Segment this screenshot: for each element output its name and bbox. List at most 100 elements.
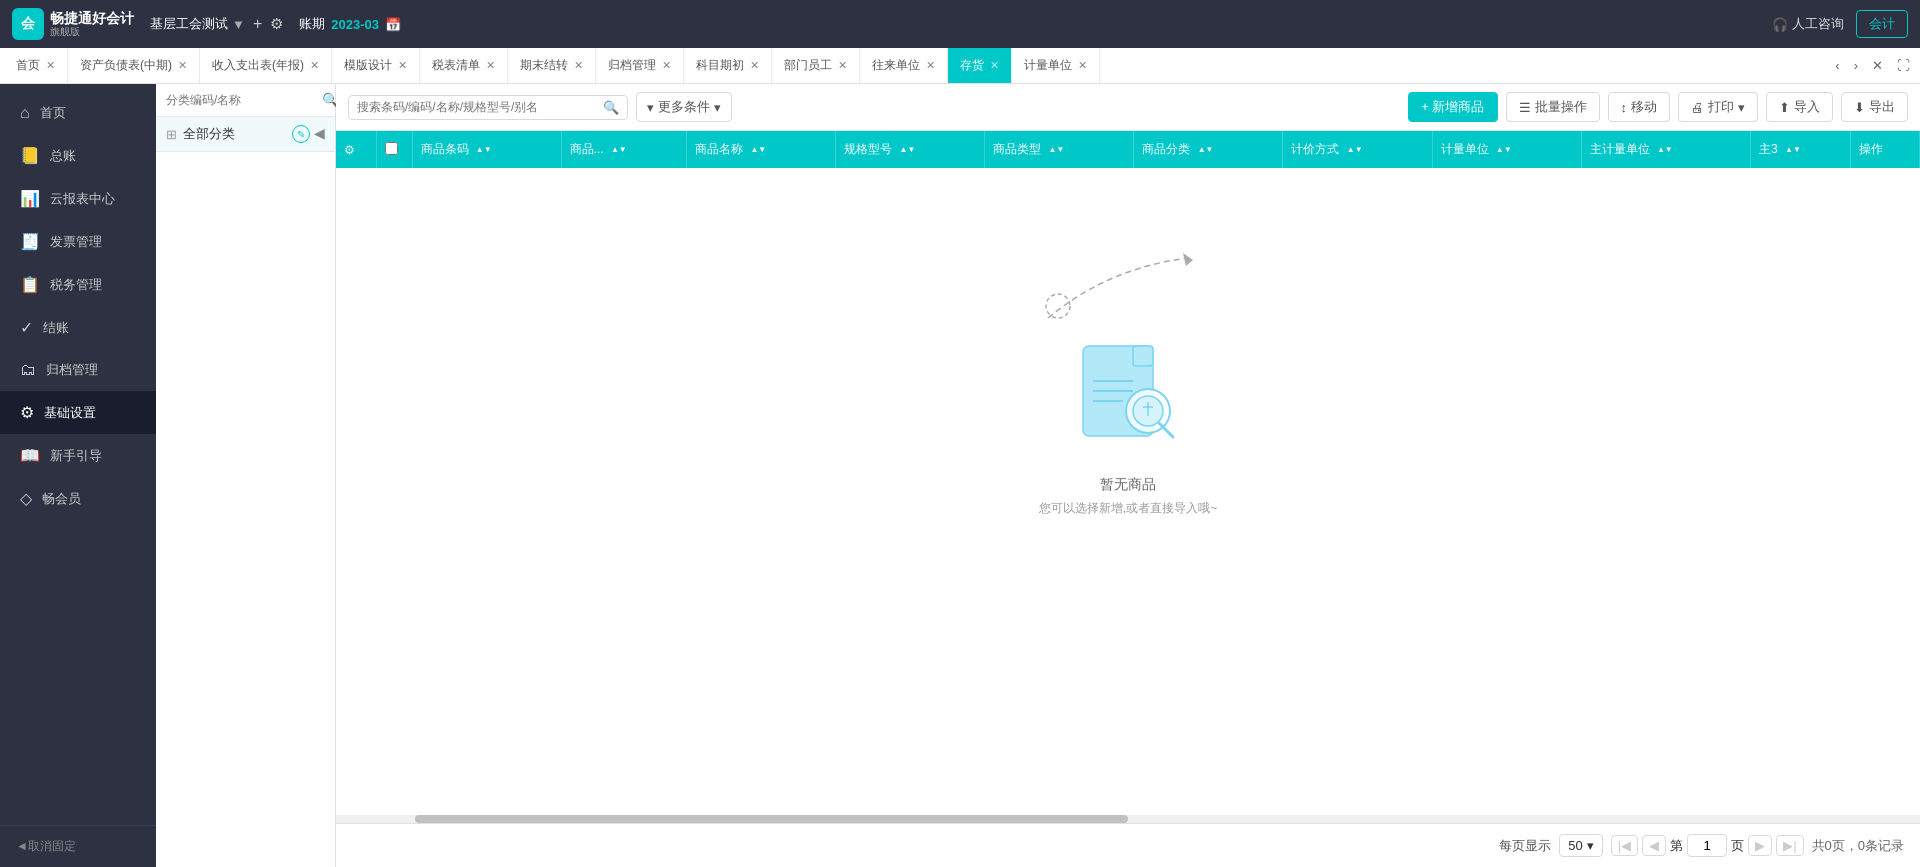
- tab-home[interactable]: 首页 ✕: [4, 48, 68, 84]
- th-code[interactable]: 商品... ▲▼: [561, 131, 686, 168]
- th-unit[interactable]: 计量单位 ▲▼: [1432, 131, 1581, 168]
- arrow-svg: [1028, 248, 1228, 328]
- sidebar-item-tax[interactable]: 📋 税务管理: [0, 263, 156, 306]
- consulting-button[interactable]: 🎧 人工咨询: [1772, 15, 1844, 33]
- sidebar-unpin-btn[interactable]: ◄取消固定: [0, 825, 156, 867]
- category-actions: ✎ ◀: [292, 125, 325, 143]
- sidebar-item-invoice[interactable]: 🧾 发票管理: [0, 220, 156, 263]
- tab-balance-close[interactable]: ✕: [178, 59, 187, 72]
- tab-next-icon[interactable]: ›: [1848, 56, 1864, 75]
- th-category[interactable]: 商品分类 ▲▼: [1134, 131, 1283, 168]
- th-settings[interactable]: ⚙: [336, 131, 376, 168]
- th-main-unit[interactable]: 主计量单位 ▲▼: [1581, 131, 1750, 168]
- category-all-item[interactable]: ⊞ 全部分类 ✎ ◀: [156, 117, 335, 152]
- import-button[interactable]: ⬆ 导入: [1766, 92, 1833, 122]
- sort-category-icon: ▲▼: [1198, 146, 1214, 154]
- tab-subject-init[interactable]: 科目期初 ✕: [684, 48, 772, 84]
- page-next-btn[interactable]: ▶: [1748, 835, 1772, 856]
- sidebar-item-guide[interactable]: 📖 新手引导: [0, 434, 156, 477]
- page-prev-btn[interactable]: ◀: [1642, 835, 1666, 856]
- move-button[interactable]: ↕ 移动: [1608, 92, 1671, 122]
- page-first-btn[interactable]: |◀: [1611, 835, 1638, 856]
- tab-inventory-close[interactable]: ✕: [990, 59, 999, 72]
- tab-counterparty-close[interactable]: ✕: [926, 59, 935, 72]
- sidebar-item-checkout[interactable]: ✓ 结账: [0, 306, 156, 349]
- category-edit-icon[interactable]: ✎: [292, 125, 310, 143]
- tab-tax[interactable]: 税表清单 ✕: [420, 48, 508, 84]
- invoice-icon: 🧾: [20, 232, 40, 251]
- tab-archive[interactable]: 归档管理 ✕: [596, 48, 684, 84]
- sidebar-item-ledger[interactable]: 📒 总账: [0, 134, 156, 177]
- scrollbar-thumb[interactable]: [415, 815, 1128, 823]
- tab-home-close[interactable]: ✕: [46, 59, 55, 72]
- th-checkbox[interactable]: [376, 131, 412, 168]
- account-button[interactable]: 会计: [1856, 10, 1908, 38]
- batch-operation-button[interactable]: ☰ 批量操作: [1506, 92, 1600, 122]
- th-spec[interactable]: 规格型号 ▲▼: [836, 131, 985, 168]
- print-button[interactable]: 🖨 打印 ▾: [1678, 92, 1758, 122]
- sidebar-item-reports[interactable]: 📊 云报表中心: [0, 177, 156, 220]
- tab-period-end[interactable]: 期末结转 ✕: [508, 48, 596, 84]
- product-search-input[interactable]: [357, 100, 597, 114]
- tab-period-end-label: 期末结转: [520, 57, 568, 74]
- headset-icon: 🎧: [1772, 17, 1788, 32]
- th-col3[interactable]: 主3 ▲▼: [1751, 131, 1851, 168]
- tab-dept-emp[interactable]: 部门员工 ✕: [772, 48, 860, 84]
- page-size-label: 每页显示: [1499, 837, 1551, 855]
- page-last-btn[interactable]: ▶|: [1776, 835, 1803, 856]
- th-type[interactable]: 商品类型 ▲▼: [985, 131, 1134, 168]
- import-label: 导入: [1794, 98, 1820, 116]
- sort-unit-icon: ▲▼: [1496, 146, 1512, 154]
- settings-gear-icon[interactable]: ⚙: [270, 15, 283, 33]
- tab-balance[interactable]: 资产负债表(中期) ✕: [68, 48, 200, 84]
- th-name[interactable]: 商品名称 ▲▼: [687, 131, 836, 168]
- tab-template-close[interactable]: ✕: [398, 59, 407, 72]
- calendar-icon[interactable]: 📅: [385, 17, 401, 32]
- add-product-button[interactable]: + 新增商品: [1408, 92, 1497, 122]
- period-value: 2023-03: [331, 17, 379, 32]
- page-number-input[interactable]: [1687, 834, 1727, 857]
- sidebar-checkout-label: 结账: [43, 319, 69, 337]
- page-size-selector[interactable]: 50 ▾: [1559, 834, 1602, 857]
- tab-archive-close[interactable]: ✕: [662, 59, 671, 72]
- empty-title: 暂无商品: [1100, 476, 1156, 494]
- sidebar-item-member[interactable]: ◇ 畅会员: [0, 477, 156, 520]
- sidebar-item-home[interactable]: ⌂ 首页: [0, 92, 156, 134]
- sidebar-item-settings[interactable]: ⚙ 基础设置: [0, 391, 156, 434]
- company-selector[interactable]: 基层工会测试 ▼: [150, 15, 245, 33]
- product-search-box[interactable]: 🔍: [348, 95, 628, 120]
- th-barcode[interactable]: 商品条码 ▲▼: [412, 131, 561, 168]
- select-all-checkbox[interactable]: [385, 142, 398, 155]
- sort-pricing-icon: ▲▼: [1347, 146, 1363, 154]
- tab-subject-init-close[interactable]: ✕: [750, 59, 759, 72]
- tab-prev-icon[interactable]: ‹: [1829, 56, 1845, 75]
- tab-inventory[interactable]: 存货 ✕: [948, 48, 1012, 84]
- tab-counterparty[interactable]: 往来单位 ✕: [860, 48, 948, 84]
- tab-income[interactable]: 收入支出表(年报) ✕: [200, 48, 332, 84]
- arrow-decoration: [1028, 248, 1228, 328]
- tab-period-end-close[interactable]: ✕: [574, 59, 583, 72]
- sidebar-guide-label: 新手引导: [50, 447, 102, 465]
- sort-spec-icon: ▲▼: [899, 146, 915, 154]
- tab-counterparty-label: 往来单位: [872, 57, 920, 74]
- tab-dept-emp-close[interactable]: ✕: [838, 59, 847, 72]
- sidebar-item-archiving[interactable]: 🗂 归档管理: [0, 349, 156, 391]
- add-tab-btn[interactable]: +: [253, 15, 262, 33]
- category-search-input[interactable]: [166, 93, 316, 107]
- product-search-icon[interactable]: 🔍: [603, 100, 619, 115]
- batch-icon: ☰: [1519, 100, 1531, 115]
- tab-unit-close[interactable]: ✕: [1078, 59, 1087, 72]
- empty-description: 您可以选择新增,或者直接导入哦~: [1039, 500, 1217, 517]
- export-button[interactable]: ⬇ 导出: [1841, 92, 1908, 122]
- horizontal-scrollbar[interactable]: [336, 815, 1920, 823]
- tab-close-all-icon[interactable]: ✕: [1866, 56, 1889, 75]
- filter-button[interactable]: ▾ 更多条件 ▾: [636, 92, 732, 122]
- tab-tax-close[interactable]: ✕: [486, 59, 495, 72]
- th-pricing[interactable]: 计价方式 ▲▼: [1283, 131, 1432, 168]
- company-name: 基层工会测试: [150, 15, 228, 33]
- tab-unit[interactable]: 计量单位 ✕: [1012, 48, 1100, 84]
- tab-income-close[interactable]: ✕: [310, 59, 319, 72]
- tab-template[interactable]: 模版设计 ✕: [332, 48, 420, 84]
- category-collapse-icon[interactable]: ◀: [314, 125, 325, 143]
- tab-expand-icon[interactable]: ⛶: [1891, 56, 1916, 75]
